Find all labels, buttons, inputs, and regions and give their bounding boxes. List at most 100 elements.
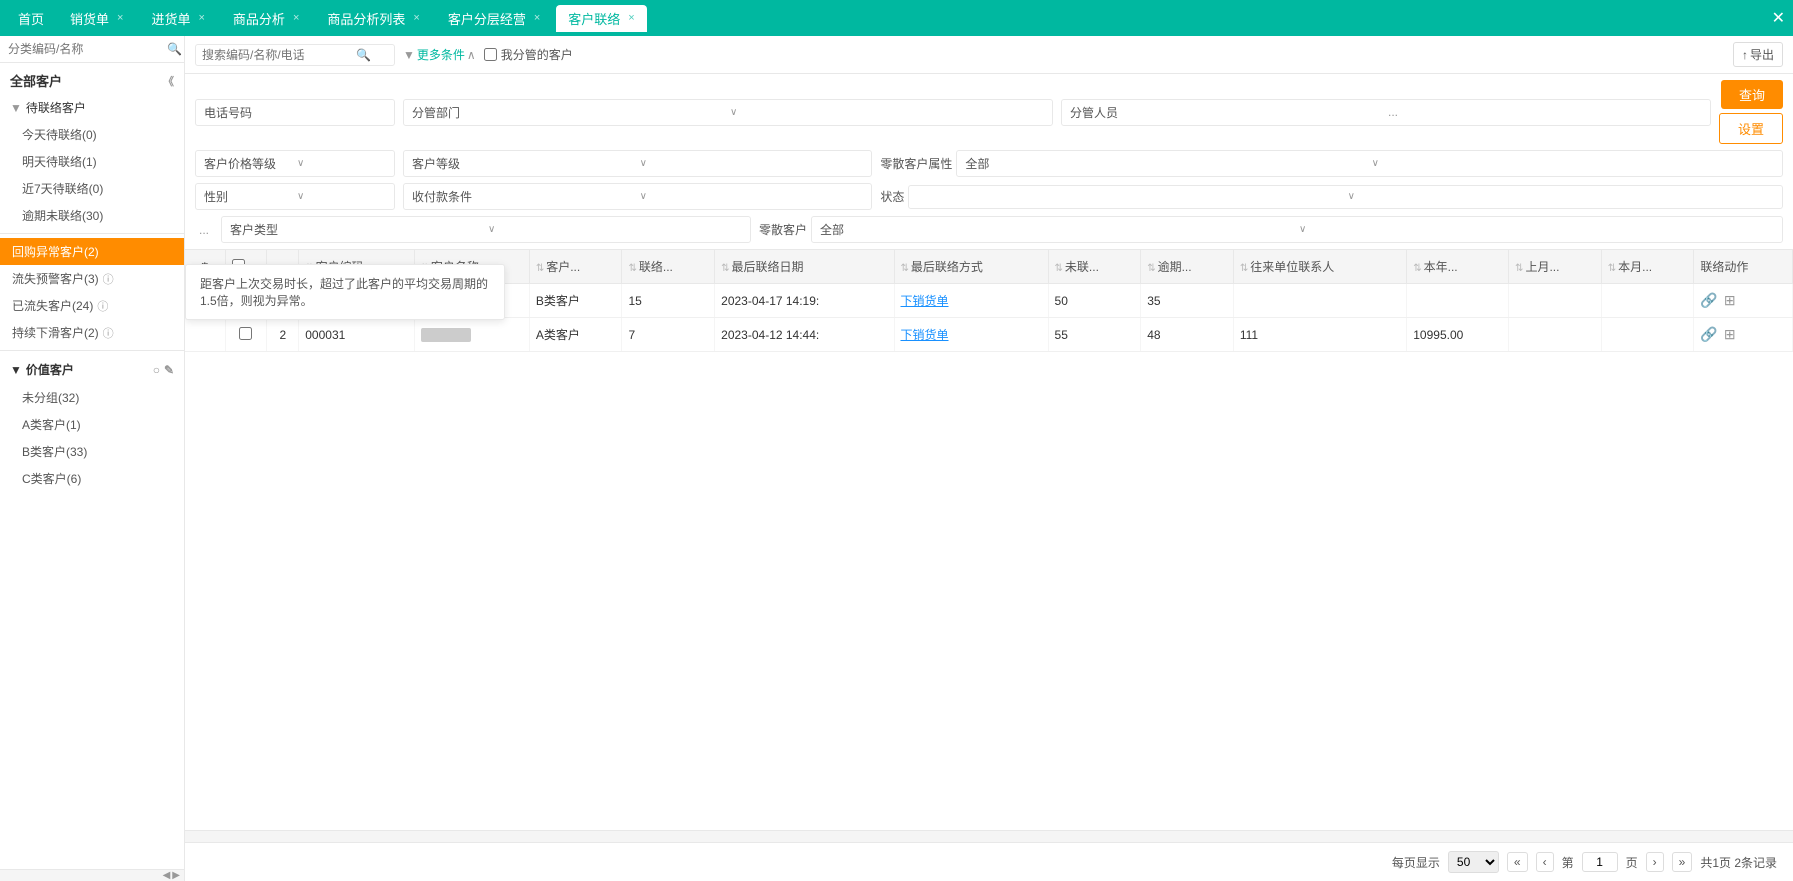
scroll-left-icon[interactable]: ◀ bbox=[163, 870, 171, 881]
th-customer-type[interactable]: 客户... bbox=[529, 250, 622, 284]
nav-item-sales[interactable]: 销货单 × bbox=[58, 5, 135, 32]
filter-search-input[interactable] bbox=[202, 48, 352, 62]
circle-icon[interactable]: ○ bbox=[153, 363, 160, 377]
sidebar-item-abnormal[interactable]: 回购异常客户(2) ⓘ bbox=[0, 238, 184, 265]
sidebar-item-class-c[interactable]: C类客户(6) bbox=[0, 465, 184, 492]
filter-customer-type[interactable]: 客户类型 ∨ bbox=[221, 216, 751, 243]
filter-payment[interactable]: 收付款条件 ∨ bbox=[403, 183, 872, 210]
filter-dept[interactable]: 分管部门 ∨ bbox=[403, 99, 1053, 126]
sidebar-item-churned[interactable]: 已流失客户(24) ⓘ bbox=[0, 292, 184, 319]
th-this-year[interactable]: 本年... bbox=[1407, 250, 1509, 284]
filter-customer-price[interactable]: 客户价格等级 ∨ bbox=[195, 150, 395, 177]
sidebar-item-ungrouped[interactable]: 未分组(32) bbox=[0, 384, 184, 411]
last-page-button[interactable]: » bbox=[1672, 852, 1693, 872]
td-type-2: A类客户 bbox=[529, 318, 622, 352]
sidebar-item-tomorrow[interactable]: 明天待联络(1) bbox=[0, 148, 184, 175]
td-checkbox-2[interactable] bbox=[225, 318, 267, 352]
sidebar-item-today[interactable]: 今天待联络(0) bbox=[0, 121, 184, 148]
action-grid-icon-2[interactable]: ⊞ bbox=[1724, 326, 1736, 343]
gender-caret: ∨ bbox=[297, 191, 386, 202]
sidebar-scroll-arrows: ◀ ▶ bbox=[159, 870, 184, 881]
sidebar-search-input[interactable] bbox=[8, 42, 163, 56]
th-this-month[interactable]: 本月... bbox=[1601, 250, 1694, 284]
next-page-button[interactable]: › bbox=[1646, 852, 1664, 872]
th-last-contact-date[interactable]: 最后联络日期 bbox=[715, 250, 894, 284]
th-last-contact-method[interactable]: 最后联络方式 bbox=[894, 250, 1048, 284]
close-customer-segment-icon[interactable]: × bbox=[534, 12, 540, 24]
prev-page-button[interactable]: ‹ bbox=[1536, 852, 1554, 872]
customer-level-caret: ∨ bbox=[640, 158, 864, 169]
collapse-icon[interactable]: 《 bbox=[163, 73, 174, 89]
method-link-1[interactable]: 下销货单 bbox=[901, 294, 949, 308]
export-button[interactable]: ↑ 导出 bbox=[1733, 42, 1783, 67]
info-icon-abnormal: ⓘ bbox=[103, 244, 114, 260]
action-link-icon-2[interactable]: 🔗 bbox=[1700, 326, 1717, 343]
close-customer-contact-icon[interactable]: × bbox=[628, 12, 634, 24]
filter-retail-customer[interactable]: 全部 ∨ bbox=[811, 216, 1783, 243]
td-method-1[interactable]: 下销货单 bbox=[894, 284, 1048, 318]
th-history-contact[interactable]: 往来单位联系人 bbox=[1233, 250, 1406, 284]
first-page-button[interactable]: « bbox=[1507, 852, 1528, 872]
close-product-list-icon[interactable]: × bbox=[413, 12, 419, 24]
customer-price-caret: ∨ bbox=[297, 158, 386, 169]
per-page-select[interactable]: 50 20 100 bbox=[1448, 851, 1499, 873]
sidebar-search-icon[interactable]: 🔍 bbox=[167, 42, 182, 56]
filter-retail-attr[interactable]: 全部 ∨ bbox=[956, 150, 1783, 177]
close-sales-icon[interactable]: × bbox=[117, 12, 123, 24]
filter-customer-level[interactable]: 客户等级 ∨ bbox=[403, 150, 872, 177]
filter-phone[interactable]: 电话号码 bbox=[195, 99, 395, 126]
th-last-month[interactable]: 上月... bbox=[1509, 250, 1602, 284]
nav-item-purchase[interactable]: 进货单 × bbox=[139, 5, 216, 32]
sidebar-body: 全部客户 《 ▼ 待联络客户 今天待联络(0) 明天待联络(1) 近7天待联络(… bbox=[0, 63, 184, 869]
filter-manager[interactable]: 分管人员 ... bbox=[1061, 99, 1711, 126]
filter-row-3: 性别 ∨ 收付款条件 ∨ 状态 ∨ bbox=[195, 183, 1783, 210]
nav-item-product-analysis-list[interactable]: 商品分析列表 × bbox=[315, 5, 431, 32]
td-type-1: B类客户 bbox=[529, 284, 622, 318]
query-button[interactable]: 查询 bbox=[1721, 80, 1783, 109]
export-icon: ↑ bbox=[1742, 48, 1748, 62]
sidebar-item-overdue[interactable]: 逾期未联络(30) bbox=[0, 202, 184, 229]
nav-item-customer-segment[interactable]: 客户分层经营 × bbox=[436, 5, 552, 32]
th-overdue[interactable]: 逾期... bbox=[1141, 250, 1234, 284]
filter-row-4: ... 客户类型 ∨ 零散客户 全部 ∨ bbox=[195, 216, 1783, 243]
th-uncontacted[interactable]: 未联... bbox=[1048, 250, 1141, 284]
action-link-icon-1[interactable]: 🔗 bbox=[1700, 292, 1717, 309]
th-contact-action: 联络动作 bbox=[1694, 250, 1793, 284]
sidebar-value-group[interactable]: ▼ 价值客户 ○ ✎ bbox=[0, 355, 184, 384]
sidebar-item-declining[interactable]: 持续下滑客户(2) ⓘ bbox=[0, 319, 184, 346]
action-grid-icon-1[interactable]: ⊞ bbox=[1724, 292, 1736, 309]
filter-search-icon[interactable]: 🔍 bbox=[356, 48, 371, 62]
td-method-2[interactable]: 下销货单 bbox=[894, 318, 1048, 352]
close-purchase-icon[interactable]: × bbox=[198, 12, 204, 24]
sidebar: 🔍 全部客户 《 ▼ 待联络客户 今天待联络(0) 明天待联络(1) 近7天待联… bbox=[0, 36, 185, 881]
close-all-button[interactable]: ✕ bbox=[1772, 8, 1785, 28]
sidebar-item-class-b[interactable]: B类客户(33) bbox=[0, 438, 184, 465]
sidebar-item-7days[interactable]: 近7天待联络(0) bbox=[0, 175, 184, 202]
sidebar-waiting-group[interactable]: ▼ 待联络客户 bbox=[0, 94, 184, 121]
more-conditions-button[interactable]: ▼ 更多条件 ∧ bbox=[403, 46, 476, 63]
my-customer-toggle[interactable]: 我分管的客户 bbox=[484, 46, 573, 63]
filter-gender[interactable]: 性别 ∨ bbox=[195, 183, 395, 210]
filter-status[interactable]: ∨ bbox=[908, 185, 1783, 209]
nav-item-customer-contact[interactable]: 客户联络 × bbox=[556, 5, 646, 32]
action-icons-1: 🔗 ⊞ bbox=[1700, 292, 1786, 309]
scroll-right-icon[interactable]: ▶ bbox=[172, 870, 180, 881]
horizontal-scrollbar[interactable] bbox=[185, 830, 1793, 842]
nav-home[interactable]: 首页 bbox=[8, 5, 54, 32]
value-arrow-icon: ▼ bbox=[10, 363, 22, 377]
td-actions-1: 🔗 ⊞ bbox=[1694, 284, 1793, 318]
sidebar-item-churn-warning[interactable]: 流失预警客户(3) ⓘ bbox=[0, 265, 184, 292]
filter-ellipsis[interactable]: ... bbox=[199, 223, 209, 237]
retail-customer-label: 零散客户 bbox=[759, 221, 807, 238]
td-contact-2: 7 bbox=[622, 318, 715, 352]
th-contact[interactable]: 联络... bbox=[622, 250, 715, 284]
my-customer-checkbox[interactable] bbox=[484, 48, 497, 61]
nav-item-product-analysis[interactable]: 商品分析 × bbox=[221, 5, 311, 32]
row-checkbox-2[interactable] bbox=[239, 327, 252, 340]
edit-icon[interactable]: ✎ bbox=[164, 363, 174, 377]
sidebar-item-class-a[interactable]: A类客户(1) bbox=[0, 411, 184, 438]
settings-button[interactable]: 设置 bbox=[1719, 113, 1783, 144]
method-link-2[interactable]: 下销货单 bbox=[901, 328, 949, 342]
close-product-analysis-icon[interactable]: × bbox=[293, 12, 299, 24]
page-input[interactable] bbox=[1582, 852, 1618, 872]
